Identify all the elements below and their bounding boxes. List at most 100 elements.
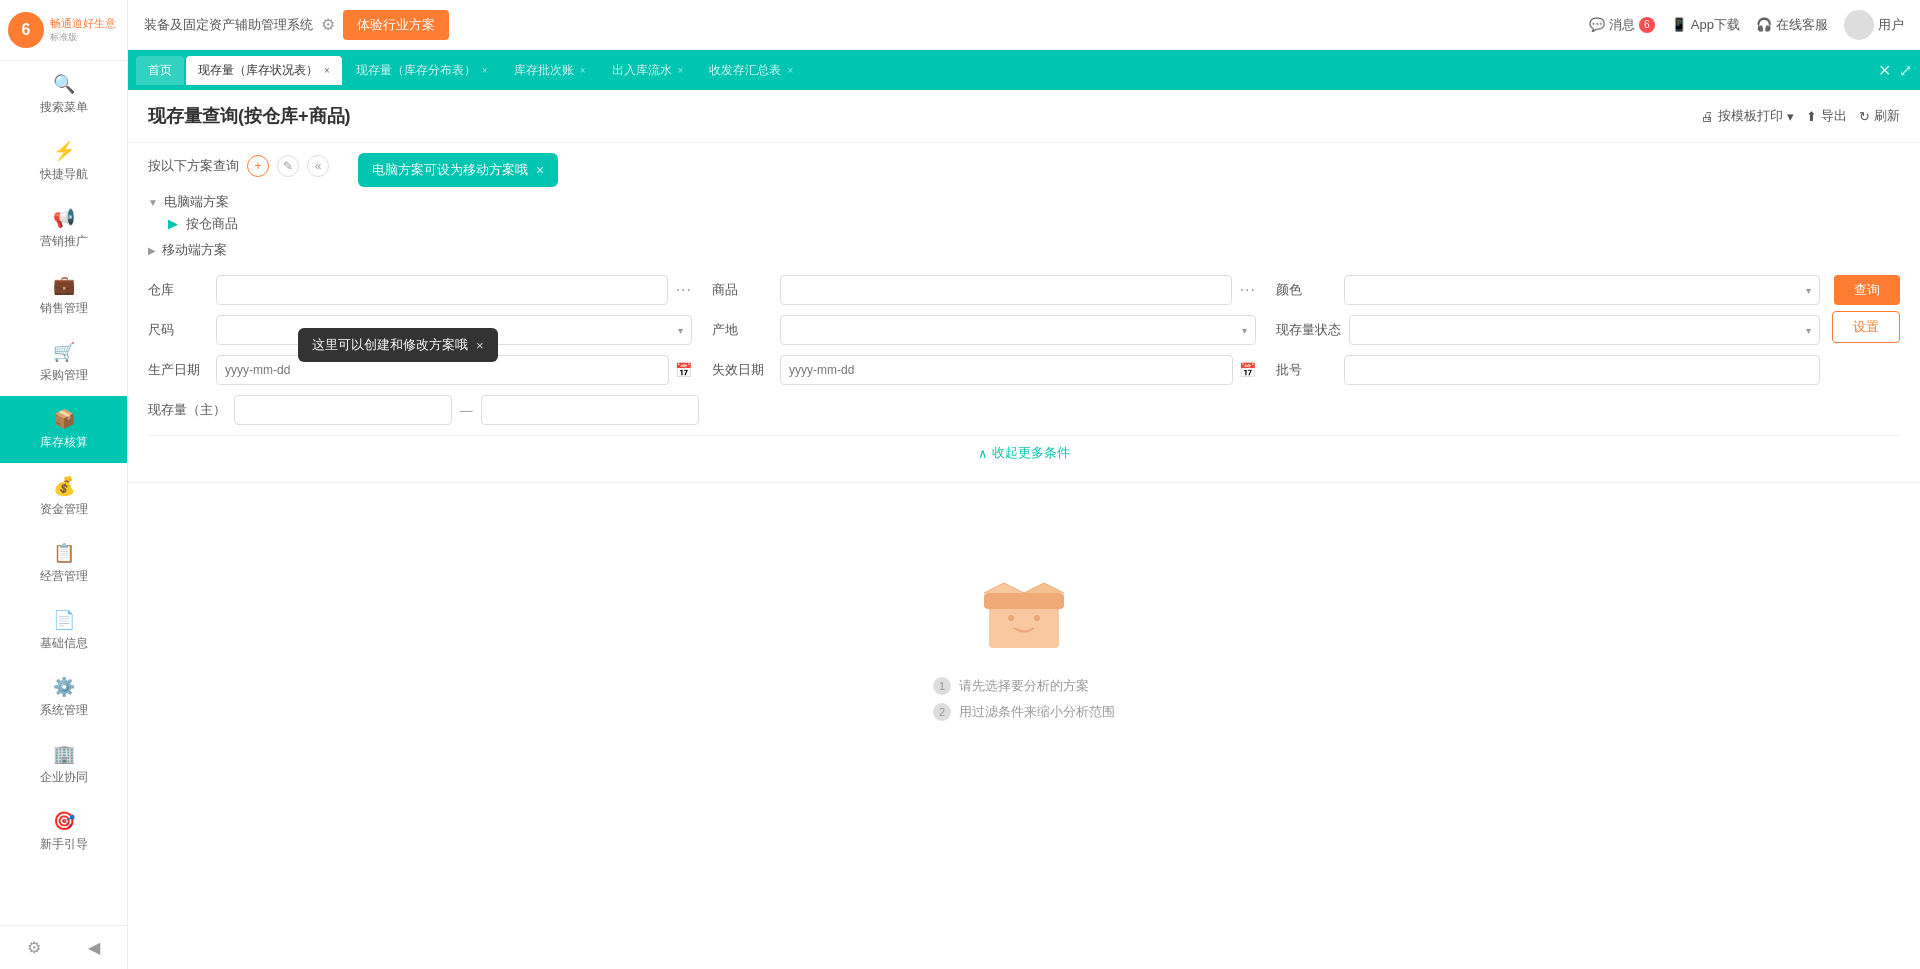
user-label: 用户	[1878, 16, 1904, 34]
expire-date-range: 📅	[780, 355, 1256, 385]
tab-close-icon[interactable]: ×	[482, 65, 488, 76]
tab-close-icon[interactable]: ×	[678, 65, 684, 76]
header-right: 💬 消息 6 📱 App下载 🎧 在线客服 用户	[1589, 10, 1904, 40]
expire-date-start[interactable]	[780, 355, 1233, 385]
sidebar-item-system[interactable]: ⚙️ 系统管理	[0, 664, 127, 731]
sidebar-item-purchase[interactable]: 🛒 采购管理	[0, 329, 127, 396]
step-1-num: 1	[933, 677, 951, 695]
messages-label: 消息	[1609, 16, 1635, 34]
page-title: 现存量查询(按仓库+商品)	[148, 104, 351, 128]
collapse-sidebar-btn[interactable]: ◀	[88, 938, 100, 957]
sidebar-item-operations[interactable]: 📋 经营管理	[0, 530, 127, 597]
goods-input[interactable]	[780, 275, 1232, 305]
svg-rect-1	[984, 593, 1064, 609]
step-1-text: 请先选择要分析的方案	[959, 673, 1089, 699]
size-label: 尺码	[148, 321, 208, 339]
collapse-label: 收起更多条件	[992, 444, 1070, 462]
qty-separator: —	[460, 403, 473, 418]
tab-inventory-distribution-label: 现存量（库存分布表）	[356, 62, 476, 79]
stock-status-dropdown[interactable]: ▾	[1349, 315, 1820, 345]
warehouse-label: 仓库	[148, 281, 208, 299]
export-label: 导出	[1821, 107, 1847, 125]
refresh-label: 刷新	[1874, 107, 1900, 125]
tab-inventory-distribution[interactable]: 现存量（库存分布表） ×	[344, 56, 500, 85]
sidebar-item-search-menu[interactable]: 🔍 搜索菜单	[0, 61, 127, 128]
edit-scheme-button[interactable]: ✎	[277, 155, 299, 177]
refresh-button[interactable]: ↻ 刷新	[1859, 107, 1900, 125]
back-scheme-button[interactable]: «	[307, 155, 329, 177]
trial-button[interactable]: 体验行业方案	[343, 10, 449, 40]
logo-name: 畅通道好生意	[50, 16, 116, 31]
warehouse-input[interactable]	[216, 275, 668, 305]
system-settings-icon[interactable]: ⚙	[321, 15, 335, 34]
scheme-desktop-header[interactable]: ▼ 电脑端方案	[148, 189, 1900, 215]
scheme-create-close[interactable]: ×	[476, 338, 484, 353]
setting-button[interactable]: 设置	[1832, 311, 1900, 343]
app-download-action[interactable]: 📱 App下载	[1671, 16, 1740, 34]
sidebar-item-label: 库存核算	[40, 434, 88, 451]
origin-dropdown[interactable]: ▾	[780, 315, 1256, 345]
tab-close-icon[interactable]: ×	[580, 65, 586, 76]
sidebar-item-basic-info[interactable]: 📄 基础信息	[0, 597, 127, 664]
arrow-right-icon: ▶	[148, 245, 156, 256]
color-dropdown[interactable]: ▾	[1344, 275, 1820, 305]
add-scheme-button[interactable]: +	[247, 155, 269, 177]
search-button[interactable]: 查询	[1834, 275, 1900, 305]
enterprise-icon: 🏢	[53, 743, 75, 765]
tab-receive-summary[interactable]: 收发存汇总表 ×	[697, 56, 805, 85]
header-left: 装备及固定资产辅助管理系统 ⚙ 体验行业方案	[144, 10, 449, 40]
sidebar-item-sales[interactable]: 💼 销售管理	[0, 262, 127, 329]
qty-max-input[interactable]	[481, 395, 699, 425]
calendar-icon-2[interactable]: 📅	[1239, 362, 1256, 378]
sidebar-item-label: 资金管理	[40, 501, 88, 518]
origin-arrow-icon: ▾	[1242, 325, 1247, 336]
online-support-action[interactable]: 🎧 在线客服	[1756, 16, 1828, 34]
filter-origin: 产地 ▾	[712, 315, 1256, 345]
settings-bottom-btn[interactable]: ⚙	[27, 938, 41, 957]
search-menu-icon: 🔍	[53, 73, 75, 95]
sidebar-item-finance[interactable]: 💰 资金管理	[0, 463, 127, 530]
expand-icon[interactable]: ⤢	[1899, 61, 1912, 80]
tab-inventory-status-label: 现存量（库存状况表）	[198, 62, 318, 79]
qty-range: —	[234, 395, 699, 425]
sidebar-item-inventory[interactable]: 📦 库存核算	[0, 396, 127, 463]
filter-qty-main: 现存量（主） —	[148, 395, 699, 425]
batch-input[interactable]	[1344, 355, 1820, 385]
tab-close-icon[interactable]: ×	[787, 65, 793, 76]
dropdown-arrow-icon: ▾	[1787, 109, 1794, 124]
svg-point-3	[1034, 615, 1040, 621]
filter-label: 按以下方案查询	[148, 157, 239, 175]
page-actions: 🖨 按模板打印 ▾ ⬆ 导出 ↻ 刷新	[1701, 107, 1900, 125]
sidebar-item-guide[interactable]: 🎯 新手引导	[0, 798, 127, 865]
sidebar-nav: 🔍 搜索菜单 ⚡ 快捷导航 📢 营销推广 💼 销售管理 🛒 采购管理 📦	[0, 61, 127, 925]
scheme-popup-close[interactable]: ×	[536, 162, 544, 178]
tab-home[interactable]: 首页	[136, 56, 184, 85]
qty-min-input[interactable]	[234, 395, 452, 425]
sidebar-item-label: 销售管理	[40, 300, 88, 317]
warehouse-dots[interactable]: ···	[676, 281, 692, 299]
collapse-row[interactable]: ∧ 收起更多条件	[148, 435, 1900, 470]
close-all-tabs-icon[interactable]: ✕	[1878, 61, 1891, 80]
tab-close-icon[interactable]: ×	[324, 65, 330, 76]
calendar-icon[interactable]: 📅	[675, 362, 692, 378]
sidebar-item-enterprise[interactable]: 🏢 企业协同	[0, 731, 127, 798]
scheme-item-default[interactable]: ▶ 按仓商品	[168, 215, 1900, 233]
tab-inout-flow[interactable]: 出入库流水 ×	[600, 56, 696, 85]
template-print-button[interactable]: 🖨 按模板打印 ▾	[1701, 107, 1794, 125]
step-2-num: 2	[933, 703, 951, 721]
filter-area: 按以下方案查询 + ✎ « 电脑方案可设为移动方案哦 ×	[128, 143, 1920, 483]
scheme-mobile-header[interactable]: ▶ 移动端方案	[148, 237, 1900, 263]
goods-dots[interactable]: ···	[1240, 281, 1256, 299]
sidebar-item-quick-nav[interactable]: ⚡ 快捷导航	[0, 128, 127, 195]
messages-action[interactable]: 💬 消息 6	[1589, 16, 1655, 34]
app-download-label: App下载	[1691, 16, 1740, 34]
user-action[interactable]: 用户	[1844, 10, 1904, 40]
tab-batch-ledger[interactable]: 库存批次账 ×	[502, 56, 598, 85]
sidebar-item-marketing[interactable]: 📢 营销推广	[0, 195, 127, 262]
scheme-popup: 电脑方案可设为移动方案哦 ×	[358, 153, 558, 187]
stock-status-label: 现存量状态	[1276, 321, 1341, 339]
scheme-group-desktop: ▼ 电脑端方案 ▶ 按仓商品	[148, 189, 1900, 233]
logo: 6 畅通道好生意 标准版	[0, 0, 127, 61]
export-button[interactable]: ⬆ 导出	[1806, 107, 1847, 125]
tab-inventory-status[interactable]: 现存量（库存状况表） ×	[186, 56, 342, 85]
